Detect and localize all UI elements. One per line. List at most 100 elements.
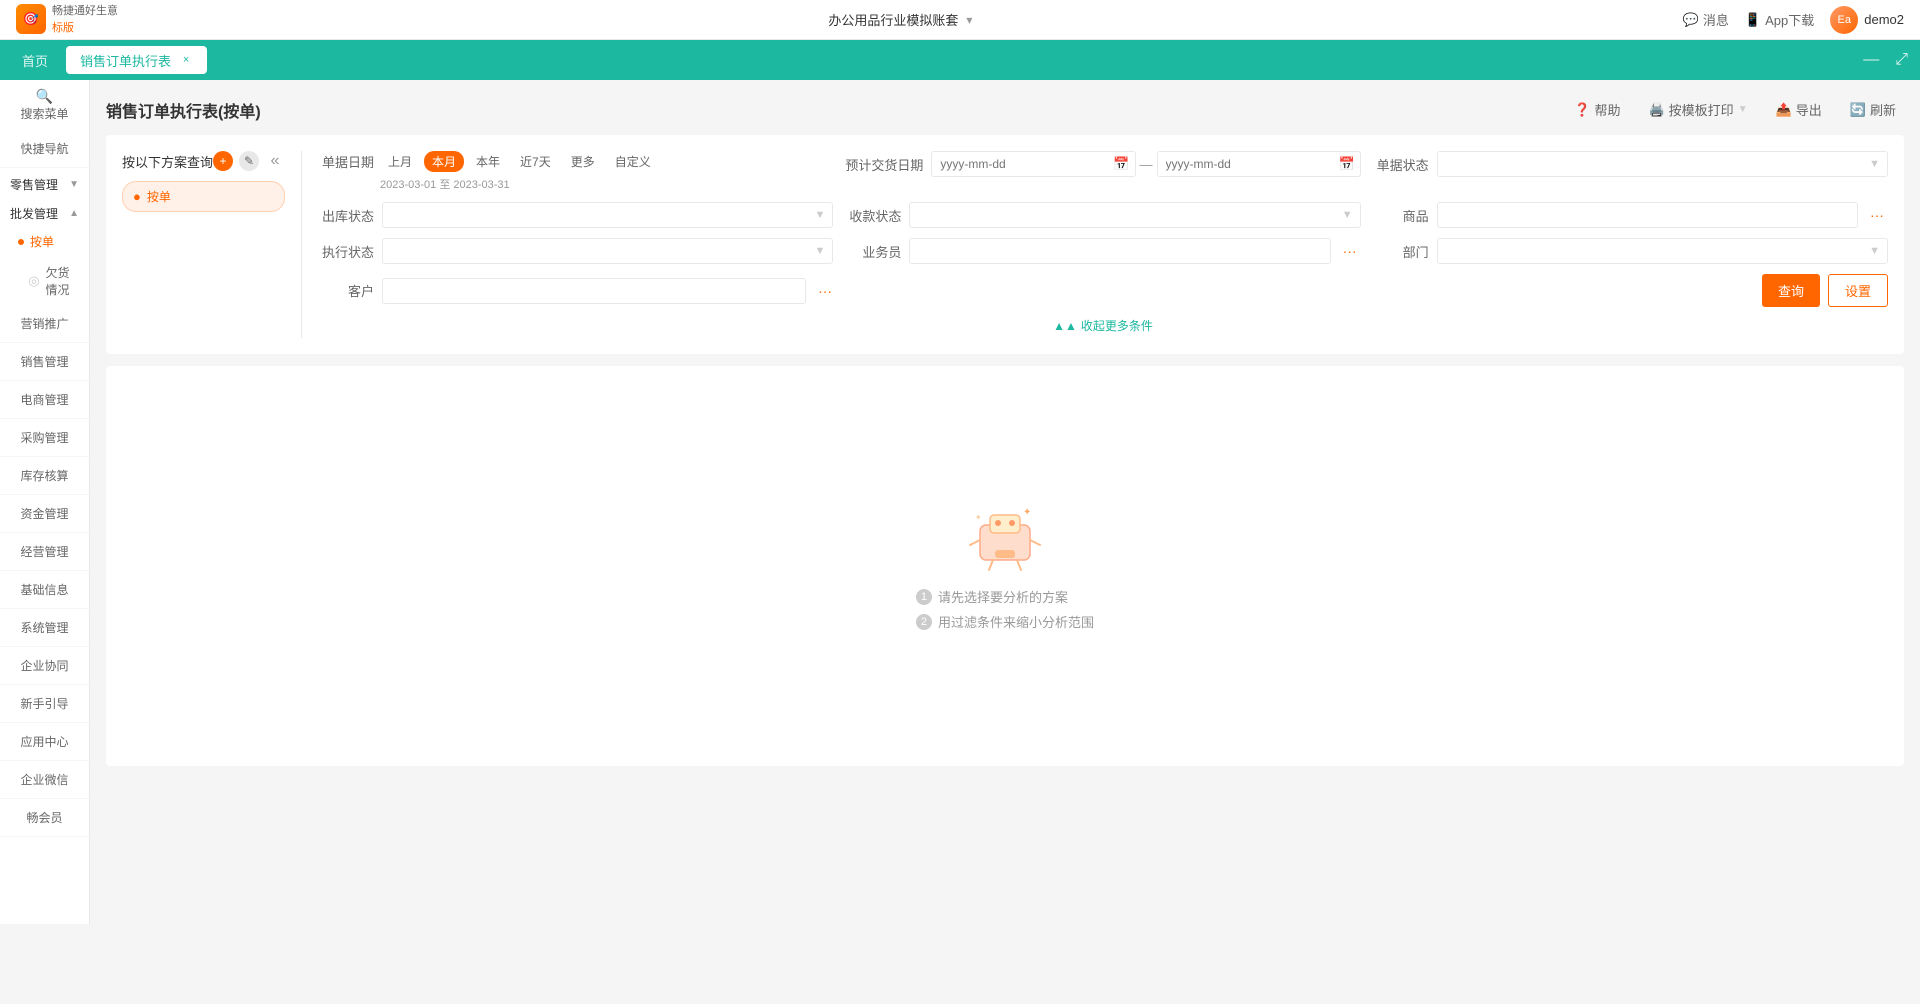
sidebar-item-newguide[interactable]: 新手引导 (0, 685, 89, 723)
refresh-button[interactable]: 🔄 刷新 (1842, 96, 1904, 123)
sidebar-item-corp[interactable]: 企业协同 (0, 647, 89, 685)
wholesale-arrow-icon: ▲ (69, 208, 79, 219)
filter-goods-field: 商品 ··· (1373, 202, 1888, 228)
search-label: 搜索菜单 (6, 105, 83, 122)
expect-date-from-input[interactable] (931, 151, 1135, 177)
doc-status-select-wrap: ▼ (1437, 151, 1888, 177)
filter-payment-field: 收款状态 ▼ (845, 202, 1360, 228)
scheme-edit-button[interactable]: ✎ (239, 151, 259, 171)
app-download-action[interactable]: 📱 App下载 (1745, 10, 1814, 29)
main-content: 销售订单执行表(按单) ❓ 帮助 🖨️ 按模板打印 ▼ 📤 导出 🔄 刷新 (90, 80, 1920, 924)
print-icon: 🖨️ (1648, 102, 1664, 118)
message-icon: 💬 (1683, 12, 1699, 28)
help-button[interactable]: ❓ 帮助 (1566, 96, 1628, 123)
sidebar-item-apps[interactable]: 应用中心 (0, 723, 89, 761)
scheme-add-button[interactable]: + (213, 151, 233, 171)
delivery-label: 出库状态 (318, 206, 374, 225)
sidebar-item-ecom[interactable]: 电商管理 (0, 381, 89, 419)
sidebar-sub-item-按单[interactable]: 按单 (0, 226, 89, 257)
sub-dot-icon (18, 239, 24, 245)
date-btn-last-month[interactable]: 上月 (380, 151, 420, 172)
empty-tips: 1 请先选择要分析的方案 2 用过滤条件来缩小分析范围 (916, 587, 1094, 637)
scheme-item-按单[interactable]: ● 按单 (122, 181, 285, 212)
scheme-title: 按以下方案查询 (122, 152, 213, 171)
apps-label: 应用中心 (6, 733, 83, 750)
filter-date-field: 单据日期 上月 本月 本年 近7天 更多 自定义 2023-03-0 (318, 151, 833, 192)
scheme-collapse-button[interactable]: « (265, 151, 285, 171)
top-bar-left: 🎯 畅捷通好生意 标版 (16, 4, 118, 34)
doc-status-select[interactable] (1437, 151, 1888, 177)
scheme-item-icon: ● (133, 189, 141, 204)
expect-date-to-input[interactable] (1157, 151, 1361, 177)
settings-button[interactable]: 设置 (1828, 274, 1888, 307)
export-icon: 📤 (1776, 102, 1792, 118)
expect-date-from-icon: 📅 (1113, 156, 1129, 172)
sidebar-item-finance[interactable]: 资金管理 (0, 495, 89, 533)
sidebar-item-retail[interactable]: 零售管理 ▼ (0, 168, 89, 197)
exec-select[interactable] (382, 238, 833, 264)
sidebar-item-member[interactable]: 畅会员 (0, 799, 89, 837)
sidebar-item-wholesale[interactable]: 批发管理 ▲ (0, 197, 89, 226)
goods-input[interactable] (1437, 202, 1858, 228)
sidebar-item-quick-nav[interactable]: 快捷导航 (0, 130, 89, 168)
tab-home[interactable]: 首页 (8, 46, 62, 74)
date-btn-last7[interactable]: 近7天 (512, 151, 559, 172)
user-avatar: Ea (1830, 6, 1858, 34)
sidebar-item-sales-mgmt[interactable]: 销售管理 (0, 343, 89, 381)
sidebar-item-basic[interactable]: 基础信息 (0, 571, 89, 609)
refresh-icon: 🔄 (1850, 102, 1866, 118)
delivery-select[interactable] (382, 202, 833, 228)
customer-ellipsis-icon[interactable]: ··· (814, 283, 836, 299)
collapse-label: 收起更多条件 (1081, 317, 1153, 334)
logo-text-line2: 标版 (52, 19, 118, 35)
dept-select-wrap: ▼ (1437, 238, 1888, 264)
newguide-label: 新手引导 (6, 695, 83, 712)
date-btn-custom[interactable]: 自定义 (607, 151, 659, 172)
date-btn-more[interactable]: 更多 (563, 151, 603, 172)
tab-bar: 首页 销售订单执行表 × — ⤢ (0, 40, 1920, 80)
svg-text:✦: ✦ (975, 513, 982, 522)
breadcrumb-arrow-icon[interactable]: ▾ (966, 13, 972, 27)
tip-text-1: 请先选择要分析的方案 (938, 587, 1068, 606)
logo-symbol: 🎯 (23, 11, 39, 27)
goods-ellipsis-icon[interactable]: ··· (1866, 207, 1888, 223)
sidebar-item-system[interactable]: 系统管理 (0, 609, 89, 647)
salesman-ellipsis-icon[interactable]: ··· (1339, 243, 1361, 259)
inventory-label: 库存核算 (6, 467, 83, 484)
export-button[interactable]: 📤 导出 (1768, 96, 1830, 123)
customer-input[interactable] (382, 278, 806, 304)
sidebar-search[interactable]: 🔍 搜索菜单 (0, 80, 89, 130)
retail-arrow-icon: ▼ (69, 179, 79, 190)
ops-label: 经营管理 (6, 543, 83, 560)
sidebar-item-purchase[interactable]: 采购管理 (0, 419, 89, 457)
marketing-label: 营销推广 (6, 315, 83, 332)
dept-select[interactable] (1437, 238, 1888, 264)
message-action[interactable]: 💬 消息 (1683, 10, 1729, 29)
collapse-up-icon: ▲▲ (1053, 319, 1077, 333)
tab-minimize-icon[interactable]: — (1859, 47, 1883, 73)
sidebar-item-inventory[interactable]: 库存核算 (0, 457, 89, 495)
payment-select[interactable] (909, 202, 1360, 228)
empty-state: ✦ ✦ 1 请先选择要分析的方案 2 用过滤条件来缩小分析范围 (916, 495, 1094, 637)
tab-close-icon[interactable]: × (179, 53, 193, 67)
sidebar-item-wechat[interactable]: 企业微信 (0, 761, 89, 799)
sidebar-sub-item-欠货情况[interactable]: ◎ 欠货情况 (0, 257, 89, 305)
app-download-label: App下载 (1765, 10, 1814, 29)
sidebar-item-marketing[interactable]: 营销推广 (0, 305, 89, 343)
tab-maximize-icon[interactable]: ⤢ (1891, 47, 1912, 73)
date-btn-this-month[interactable]: 本月 (424, 151, 464, 172)
collapse-button[interactable]: ▲▲ 收起更多条件 (318, 317, 1888, 334)
page-actions: ❓ 帮助 🖨️ 按模板打印 ▼ 📤 导出 🔄 刷新 (1566, 96, 1904, 123)
query-button[interactable]: 查询 (1762, 274, 1820, 307)
date-btn-this-year[interactable]: 本年 (468, 151, 508, 172)
finance-label: 资金管理 (6, 505, 83, 522)
dept-label: 部门 (1373, 242, 1429, 261)
tip-num-1: 1 (916, 589, 932, 605)
tab-sales-order-exec[interactable]: 销售订单执行表 × (66, 46, 207, 74)
user-profile[interactable]: Ea demo2 (1830, 6, 1904, 34)
tab-home-label: 首页 (22, 51, 48, 70)
scheme-actions: + ✎ « (213, 151, 285, 171)
print-button[interactable]: 🖨️ 按模板打印 ▼ (1640, 96, 1755, 123)
sidebar-item-ops[interactable]: 经营管理 (0, 533, 89, 571)
salesman-input[interactable] (909, 238, 1330, 264)
